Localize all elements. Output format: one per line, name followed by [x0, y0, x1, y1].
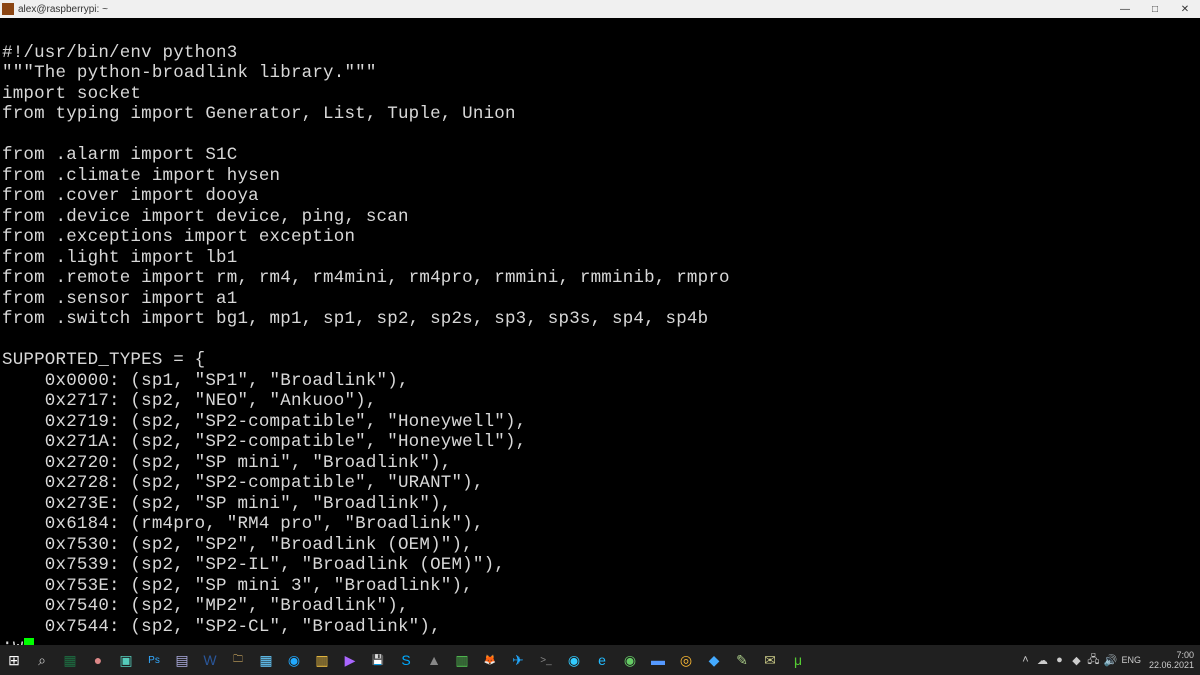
- excel-icon[interactable]: ▦: [58, 648, 82, 672]
- word-icon[interactable]: W: [198, 648, 222, 672]
- notepad-icon[interactable]: ▤: [170, 648, 194, 672]
- start-button[interactable]: ⊞: [2, 648, 26, 672]
- clock-date: 22.06.2021: [1149, 660, 1194, 670]
- taskbar-clock[interactable]: 7:00 22.06.2021: [1145, 650, 1194, 670]
- app-icon-6[interactable]: ◉: [562, 648, 586, 672]
- app-icon: [2, 3, 14, 15]
- window-title: alex@raspberrypi: ~: [18, 4, 108, 15]
- telegram-icon[interactable]: ✈: [506, 648, 530, 672]
- search-icon[interactable]: ⌕: [30, 648, 54, 672]
- save-icon[interactable]: 💾: [366, 648, 390, 672]
- tray-cloud-icon[interactable]: ☁: [1035, 653, 1049, 667]
- app-icon-4[interactable]: ▲: [422, 648, 446, 672]
- tray-app2-icon[interactable]: ◆: [1069, 653, 1083, 667]
- vscode-icon[interactable]: ◆: [702, 648, 726, 672]
- notes-icon[interactable]: ▥: [310, 648, 334, 672]
- tray-app1-icon[interactable]: ●: [1052, 653, 1066, 667]
- tray-up-icon[interactable]: ˄: [1018, 653, 1032, 667]
- browser-icon[interactable]: ◉: [282, 648, 306, 672]
- tray-network-icon[interactable]: 🖧: [1086, 653, 1100, 667]
- tray-volume-icon[interactable]: 🔊: [1103, 653, 1117, 667]
- clock-time: 7:00: [1149, 650, 1194, 660]
- windows-taskbar[interactable]: ⊞⌕▦●▣Ps▤W🗀▦◉▥▶💾S▲▥🦊✈>_◉e◉▬◎◆✎✉μ ˄☁●◆🖧🔊 E…: [0, 645, 1200, 675]
- terminal-viewport[interactable]: #!/usr/bin/env python3 """The python-bro…: [0, 18, 1200, 645]
- terminal-icon[interactable]: >_: [534, 648, 558, 672]
- tray-language[interactable]: ENG: [1121, 655, 1141, 665]
- firefox-icon[interactable]: 🦊: [478, 648, 502, 672]
- close-button[interactable]: ✕: [1170, 0, 1200, 18]
- mail-icon[interactable]: ✉: [758, 648, 782, 672]
- app-icon-9[interactable]: ✎: [730, 648, 754, 672]
- code-content: #!/usr/bin/env python3 """The python-bro…: [2, 43, 1198, 638]
- app-icon-3[interactable]: ▦: [254, 648, 278, 672]
- system-tray[interactable]: ˄☁●◆🖧🔊 ENG 7:00 22.06.2021: [1018, 645, 1200, 675]
- utorrent-icon[interactable]: μ: [786, 648, 810, 672]
- app-icon-7[interactable]: ◉: [618, 648, 642, 672]
- chrome-icon[interactable]: ◎: [674, 648, 698, 672]
- app-icon-8[interactable]: ▬: [646, 648, 670, 672]
- maximize-button[interactable]: □: [1140, 0, 1170, 18]
- app-icon-5[interactable]: ▥: [450, 648, 474, 672]
- explorer-icon[interactable]: 🗀: [226, 648, 250, 672]
- minimize-button[interactable]: —: [1110, 0, 1140, 18]
- app-icon-1[interactable]: ●: [86, 648, 110, 672]
- window-title-bar: alex@raspberrypi: ~ — □ ✕: [0, 0, 1200, 18]
- photoshop-icon[interactable]: Ps: [142, 648, 166, 672]
- ie-icon[interactable]: e: [590, 648, 614, 672]
- app-icon-2[interactable]: ▣: [114, 648, 138, 672]
- skype-icon[interactable]: S: [394, 648, 418, 672]
- media-icon[interactable]: ▶: [338, 648, 362, 672]
